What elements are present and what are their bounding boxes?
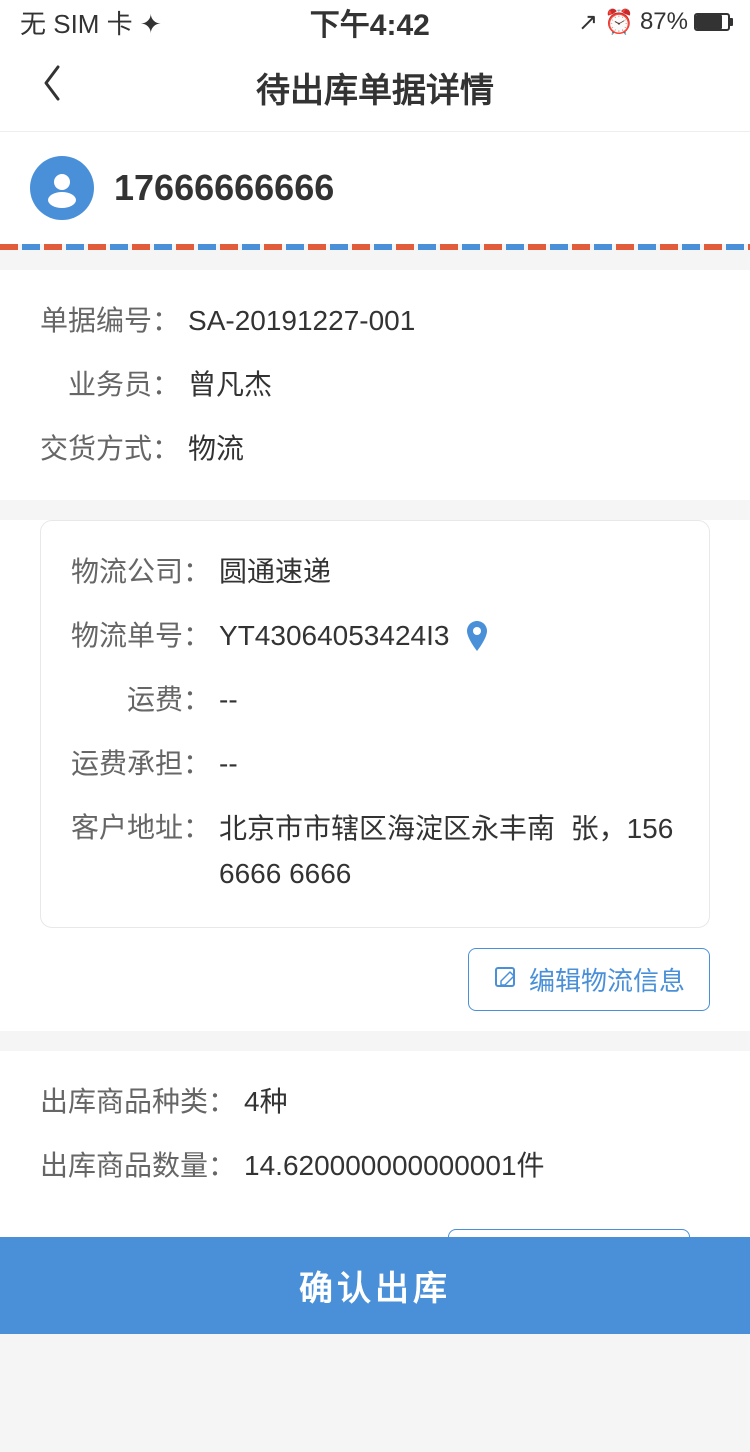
freight-row: 运费： -- bbox=[71, 679, 679, 721]
order-no-label: 单据编号： bbox=[40, 300, 180, 342]
edit-icon bbox=[493, 965, 521, 993]
delivery-method-row: 交货方式： 物流 bbox=[40, 428, 710, 470]
section-divider bbox=[0, 1031, 750, 1051]
avatar bbox=[30, 156, 94, 220]
status-time: 下午4:42 bbox=[310, 0, 430, 44]
goods-quantity-row: 出库商品数量： 14.620000000000001件 bbox=[40, 1145, 710, 1187]
goods-types-value: 4种 bbox=[244, 1081, 710, 1123]
basic-info-section: 单据编号： SA-20191227-001 业务员： 曾凡杰 交货方式： 物流 bbox=[0, 270, 750, 500]
confirm-button[interactable]: 确认出库 bbox=[0, 1261, 750, 1310]
sim-status: 无 SIM 卡 ✦ bbox=[20, 4, 162, 41]
customer-header: 17666666666 bbox=[0, 132, 750, 244]
freight-value: -- bbox=[219, 679, 679, 721]
goods-quantity-label: 出库商品数量： bbox=[40, 1145, 236, 1187]
delivery-method-label: 交货方式： bbox=[40, 428, 180, 470]
tracking-no-value: YT43064053424I3 bbox=[219, 615, 679, 657]
logistics-company-value: 圆通速递 bbox=[219, 551, 679, 593]
status-left: 无 SIM 卡 ✦ bbox=[20, 4, 162, 41]
freight-bearer-value: -- bbox=[219, 743, 679, 785]
dashed-divider bbox=[0, 244, 750, 250]
edit-logistics-label: 编辑物流信息 bbox=[529, 961, 685, 998]
back-button[interactable] bbox=[30, 53, 74, 122]
freight-bearer-label: 运费承担： bbox=[71, 743, 211, 785]
alarm-icon: ⏰ bbox=[604, 8, 634, 37]
page-title: 待出库单据详情 bbox=[256, 63, 494, 112]
nav-bar: 待出库单据详情 bbox=[0, 44, 750, 132]
freight-bearer-row: 运费承担： -- bbox=[71, 743, 679, 785]
goods-quantity-value: 14.620000000000001件 bbox=[244, 1145, 710, 1187]
edit-logistics-area: 编辑物流信息 bbox=[20, 928, 730, 1021]
goods-types-row: 出库商品种类： 4种 bbox=[40, 1081, 710, 1123]
address-value: 北京市市辖区海淀区永丰南 张，156 6666 6666 bbox=[219, 807, 679, 897]
location-pin-icon[interactable] bbox=[459, 618, 495, 654]
location-icon: ↗ bbox=[578, 8, 598, 37]
status-right: ↗ ⏰ 87% bbox=[578, 8, 730, 37]
battery-level: 87% bbox=[640, 8, 688, 36]
freight-label: 运费： bbox=[71, 679, 211, 721]
tracking-no-row: 物流单号： YT43064053424I3 bbox=[71, 615, 679, 657]
confirm-area: 确认出库 bbox=[0, 1237, 750, 1334]
customer-phone: 17666666666 bbox=[114, 167, 334, 209]
salesperson-value: 曾凡杰 bbox=[188, 364, 710, 406]
status-bar: 无 SIM 卡 ✦ 下午4:42 ↗ ⏰ 87% bbox=[0, 0, 750, 44]
logistics-company-row: 物流公司： 圆通速递 bbox=[71, 551, 679, 593]
logistics-company-label: 物流公司： bbox=[71, 551, 211, 593]
salesperson-label: 业务员： bbox=[40, 364, 180, 406]
order-no-value: SA-20191227-001 bbox=[188, 300, 710, 342]
goods-types-label: 出库商品种类： bbox=[40, 1081, 236, 1123]
salesperson-row: 业务员： 曾凡杰 bbox=[40, 364, 710, 406]
tracking-no-label: 物流单号： bbox=[71, 615, 211, 657]
bottom-spacer bbox=[0, 1332, 750, 1452]
address-label: 客户地址： bbox=[71, 807, 211, 849]
address-row: 客户地址： 北京市市辖区海淀区永丰南 张，156 6666 6666 bbox=[71, 807, 679, 897]
battery-icon bbox=[694, 13, 730, 31]
order-no-row: 单据编号： SA-20191227-001 bbox=[40, 300, 710, 342]
delivery-method-value: 物流 bbox=[188, 428, 710, 470]
logistics-card: 物流公司： 圆通速递 物流单号： YT43064053424I3 运费： -- … bbox=[40, 520, 710, 928]
edit-logistics-button[interactable]: 编辑物流信息 bbox=[468, 948, 710, 1011]
